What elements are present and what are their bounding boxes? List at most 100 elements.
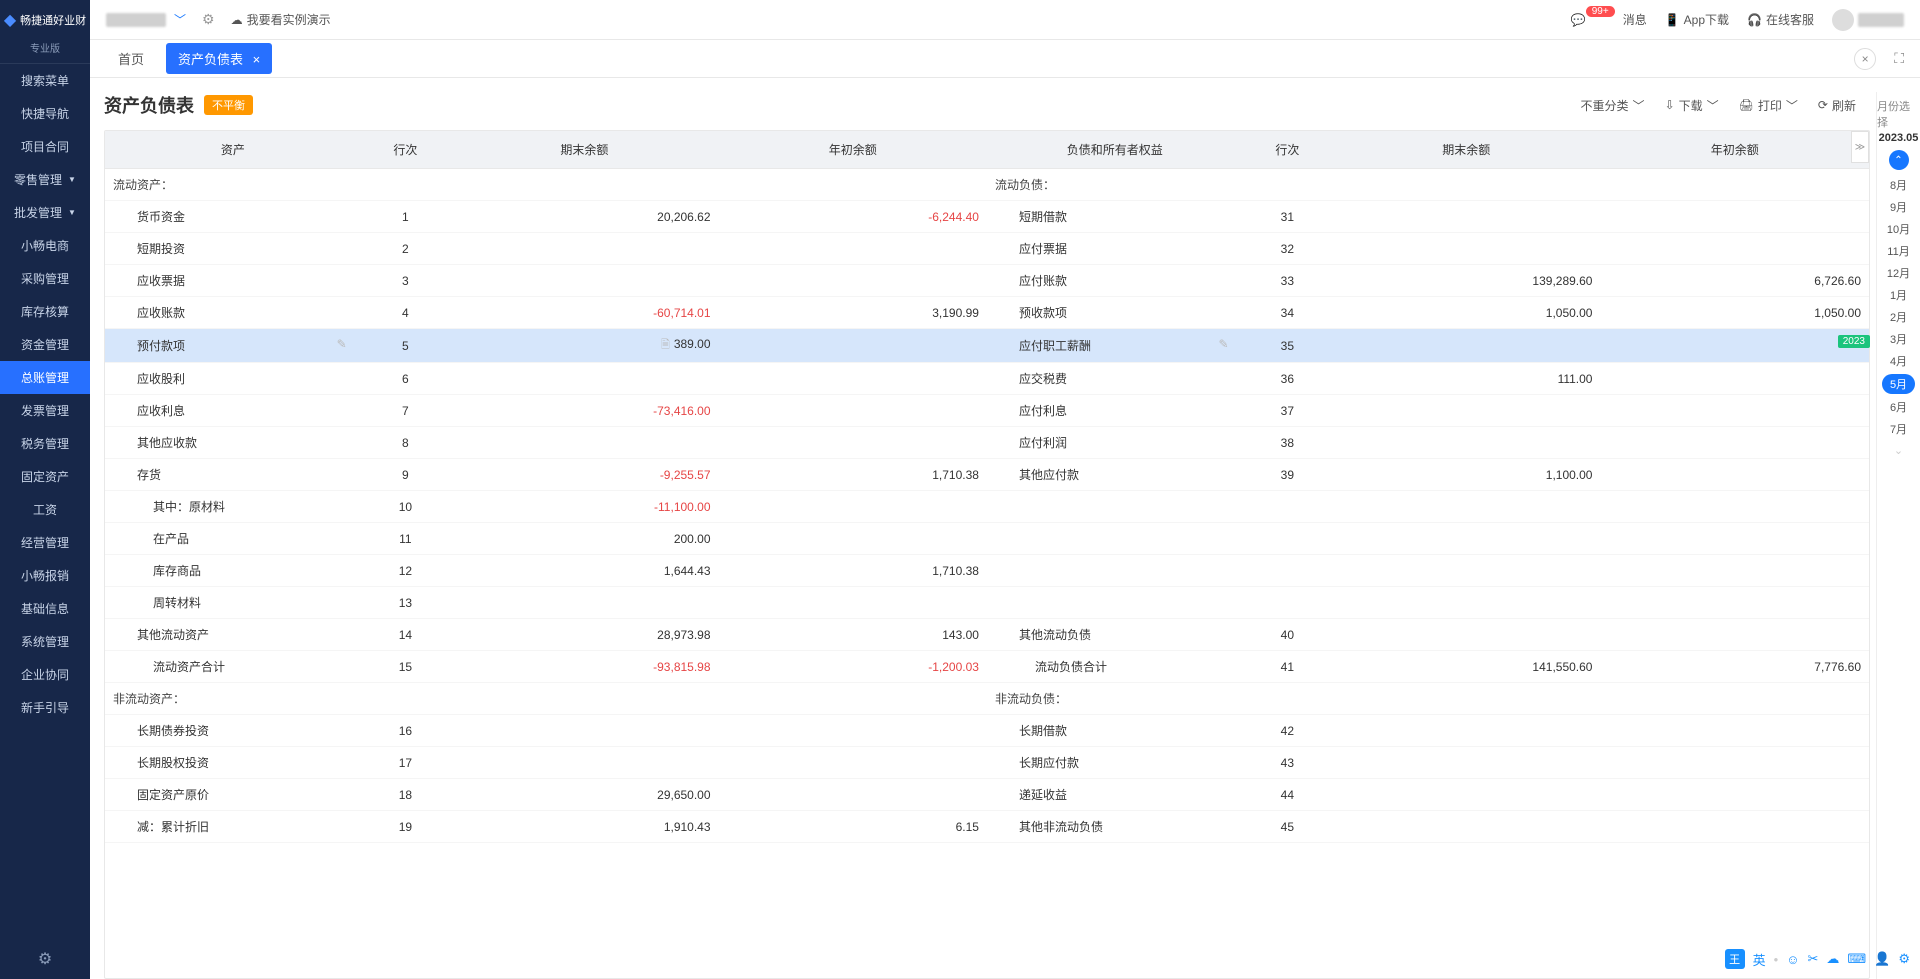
month-item[interactable]: 10月 bbox=[1878, 218, 1919, 240]
table-row[interactable]: 应收账款4-60,714.013,190.99预收款项341,050.001,0… bbox=[105, 297, 1869, 329]
sidebar-item[interactable]: 小畅报销 bbox=[0, 559, 90, 592]
sidebar-item[interactable]: 新手引导 bbox=[0, 691, 90, 724]
ime-lang[interactable]: 英 bbox=[1753, 950, 1766, 969]
org-selector[interactable]: ﹀ bbox=[106, 11, 186, 28]
month-item[interactable]: 3月 bbox=[1878, 328, 1919, 350]
month-item[interactable]: 9月 bbox=[1878, 196, 1919, 218]
table-row[interactable]: 应收票据3应付账款33139,289.606,726.60 bbox=[105, 265, 1869, 297]
tab-home[interactable]: 首页 bbox=[106, 43, 156, 74]
support-button[interactable]: 🎧在线客服 bbox=[1747, 11, 1814, 28]
month-item[interactable]: 2月 bbox=[1878, 306, 1919, 328]
table-row[interactable]: 其他应收款8应付利润38 bbox=[105, 427, 1869, 459]
message-badge: 99+ bbox=[1586, 6, 1615, 17]
table-row[interactable]: 存货9-9,255.571,710.38其他应付款391,100.00 bbox=[105, 459, 1869, 491]
month-scroll-up[interactable]: ⌃ bbox=[1889, 150, 1909, 170]
headset-icon: 🎧 bbox=[1747, 13, 1762, 27]
ime-tool-icon[interactable]: ✂ bbox=[1807, 951, 1818, 967]
table-row[interactable]: 流动资产合计15-93,815.98-1,200.03流动负债合计41141,5… bbox=[105, 651, 1869, 683]
sidebar-item[interactable]: 批发管理▼ bbox=[0, 196, 90, 229]
table-row[interactable]: 减：累计折旧191,910.436.15其他非流动负债45 bbox=[105, 811, 1869, 843]
ime-keyboard-icon[interactable]: ⌨ bbox=[1847, 951, 1866, 967]
org-name-blurred bbox=[106, 13, 166, 27]
close-icon[interactable]: × bbox=[253, 52, 261, 67]
no-reclass-button[interactable]: 不重分类 ﹀ bbox=[1581, 97, 1645, 114]
sidebar-item[interactable]: 经营管理 bbox=[0, 526, 90, 559]
month-item[interactable]: 12月 bbox=[1878, 262, 1919, 284]
month-panel-title: 月份选择 bbox=[1877, 98, 1920, 130]
year-tag: 2023 bbox=[1838, 335, 1870, 348]
month-item[interactable]: 4月 bbox=[1878, 350, 1919, 372]
print-button[interactable]: 🖨 打印 ﹀ bbox=[1739, 97, 1798, 114]
table-row[interactable]: 周转材料13 bbox=[105, 587, 1869, 619]
sidebar-item[interactable]: 项目合同 bbox=[0, 130, 90, 163]
messages-button[interactable]: 💬 99+ 消息 bbox=[1571, 11, 1647, 28]
table-row[interactable]: 非流动资产：非流动负债： bbox=[105, 683, 1869, 715]
table-row[interactable]: 货币资金120,206.62-6,244.40短期借款31 bbox=[105, 201, 1869, 233]
table-row[interactable]: 预付款项✎5🗎389.00应付职工薪酬✎35 bbox=[105, 329, 1869, 363]
table-row[interactable]: 其中：原材料10-11,100.00 bbox=[105, 491, 1869, 523]
table-row[interactable]: 在产品11200.00 bbox=[105, 523, 1869, 555]
table-row[interactable]: 流动资产：流动负债： bbox=[105, 169, 1869, 201]
expand-columns-button[interactable]: ≫ bbox=[1851, 131, 1869, 163]
month-item[interactable]: 6月 bbox=[1878, 396, 1919, 418]
sidebar: ◆ 畅捷通好业财 专业版 搜索菜单快捷导航项目合同零售管理▼批发管理▼小畅电商采… bbox=[0, 0, 90, 979]
print-icon: 🖨 bbox=[1739, 98, 1754, 112]
table-row[interactable]: 应收利息7-73,416.00应付利息37 bbox=[105, 395, 1869, 427]
ime-cloud-icon[interactable]: ☁ bbox=[1826, 951, 1839, 967]
sidebar-item[interactable]: 工资 bbox=[0, 493, 90, 526]
month-scroll-down[interactable]: ⌄ bbox=[1894, 444, 1903, 457]
sidebar-item[interactable]: 小畅电商 bbox=[0, 229, 90, 262]
month-item[interactable]: 1月 bbox=[1878, 284, 1919, 306]
sidebar-item[interactable]: 固定资产 bbox=[0, 460, 90, 493]
month-item[interactable]: 8月 bbox=[1878, 174, 1919, 196]
table-row[interactable]: 应收股利6应交税费36111.00 bbox=[105, 363, 1869, 395]
chat-icon: ☁ bbox=[231, 13, 243, 27]
sidebar-item[interactable]: 总账管理 bbox=[0, 361, 90, 394]
app-download-button[interactable]: 📱App下载 bbox=[1665, 11, 1729, 28]
table-row[interactable]: 短期投资2应付票据32 bbox=[105, 233, 1869, 265]
edit-icon[interactable]: ✎ bbox=[1219, 337, 1229, 351]
table-row[interactable]: 长期债券投资16长期借款42 bbox=[105, 715, 1869, 747]
table-row[interactable]: 其他流动资产1428,973.98143.00其他流动负债40 bbox=[105, 619, 1869, 651]
demo-link[interactable]: ☁ 我要看实例演示 bbox=[231, 11, 331, 28]
message-icon: 💬 bbox=[1571, 13, 1586, 27]
ime-logo-icon[interactable]: 王 bbox=[1725, 949, 1745, 969]
edit-icon[interactable]: ✎ bbox=[337, 337, 347, 351]
month-item[interactable]: 11月 bbox=[1878, 240, 1919, 262]
ime-user-icon[interactable]: 👤 bbox=[1874, 951, 1890, 967]
sidebar-item[interactable]: 发票管理 bbox=[0, 394, 90, 427]
gear-icon[interactable]: ⚙ bbox=[202, 11, 215, 28]
close-all-tabs-button[interactable]: × bbox=[1854, 48, 1876, 70]
month-item[interactable]: 5月 bbox=[1882, 374, 1915, 394]
user-menu[interactable] bbox=[1832, 9, 1904, 31]
ime-emoji-icon[interactable]: ☺ bbox=[1786, 952, 1799, 967]
ime-bar: 王 英 • ☺ ✂ ☁ ⌨ 👤 ⚙ bbox=[1725, 949, 1910, 969]
chevron-down-icon: ▼ bbox=[68, 175, 76, 184]
table-row[interactable]: 库存商品121,644.431,710.38 bbox=[105, 555, 1869, 587]
sidebar-item[interactable]: 搜索菜单 bbox=[0, 64, 90, 97]
download-icon: ⇩ bbox=[1665, 98, 1675, 112]
table-row[interactable]: 固定资产原价1829,650.00递延收益44 bbox=[105, 779, 1869, 811]
sidebar-item[interactable]: 税务管理 bbox=[0, 427, 90, 460]
col-begin-left: 年初余额 bbox=[719, 131, 987, 169]
sidebar-item[interactable]: 资金管理 bbox=[0, 328, 90, 361]
col-begin-right: 年初余额 bbox=[1600, 131, 1869, 169]
refresh-icon: ⟳ bbox=[1818, 98, 1828, 112]
sidebar-item[interactable]: 企业协同 bbox=[0, 658, 90, 691]
refresh-button[interactable]: ⟳ 刷新 bbox=[1818, 97, 1856, 114]
table-row[interactable]: 长期股权投资17长期应付款43 bbox=[105, 747, 1869, 779]
settings-icon[interactable]: ⚙ bbox=[0, 939, 90, 979]
col-line-right: 行次 bbox=[1243, 131, 1332, 169]
month-item[interactable]: 7月 bbox=[1878, 418, 1919, 440]
fullscreen-icon[interactable]: ⛶ bbox=[1894, 50, 1904, 67]
chevron-down-icon: ▼ bbox=[68, 208, 76, 217]
ime-settings-icon[interactable]: ⚙ bbox=[1898, 951, 1910, 967]
sidebar-item[interactable]: 系统管理 bbox=[0, 625, 90, 658]
sidebar-item[interactable]: 零售管理▼ bbox=[0, 163, 90, 196]
tab-balance-sheet[interactable]: 资产负债表 × bbox=[166, 43, 272, 74]
sidebar-item[interactable]: 快捷导航 bbox=[0, 97, 90, 130]
download-button[interactable]: ⇩ 下载 ﹀ bbox=[1665, 97, 1719, 114]
sidebar-item[interactable]: 库存核算 bbox=[0, 295, 90, 328]
sidebar-item[interactable]: 基础信息 bbox=[0, 592, 90, 625]
sidebar-item[interactable]: 采购管理 bbox=[0, 262, 90, 295]
